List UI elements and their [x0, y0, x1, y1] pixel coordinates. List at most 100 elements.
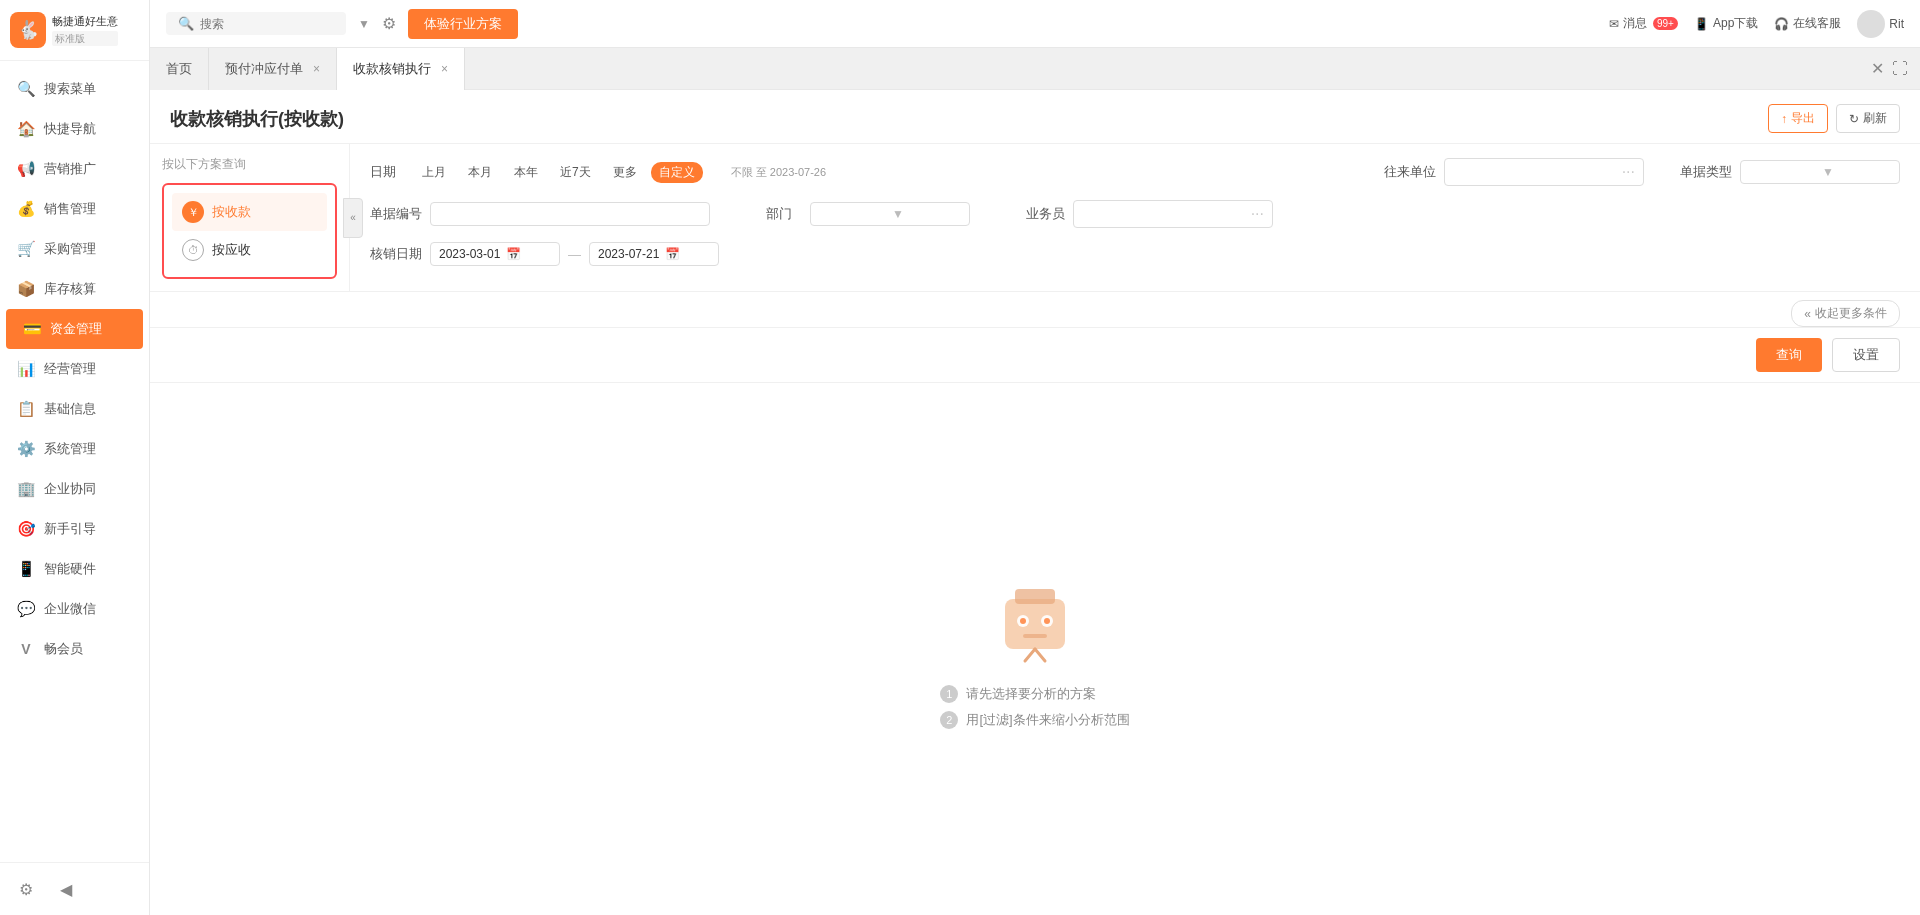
- search-chevron-icon[interactable]: ▼: [358, 17, 370, 31]
- verify-date-to-input[interactable]: 2023-07-21 📅: [589, 242, 719, 266]
- doc-no-text-input[interactable]: [439, 207, 701, 221]
- app-download-button[interactable]: 📱 App下载: [1694, 15, 1758, 32]
- tab-expand-icon[interactable]: ⛶: [1892, 60, 1908, 78]
- sidebar-item-hardware[interactable]: 📱 智能硬件: [0, 549, 149, 589]
- collapse-more-label: 收起更多条件: [1815, 305, 1887, 322]
- tab-home[interactable]: 首页: [150, 48, 209, 90]
- verify-date-label: 核销日期: [370, 245, 422, 263]
- date-hint-text: 不限 至 2023-07-26: [731, 165, 826, 180]
- logo-text: 畅捷通好生意 标准版: [52, 14, 118, 45]
- collapse-sidebar-icon[interactable]: ◀: [50, 873, 82, 905]
- purchase-icon: 🛒: [16, 239, 36, 259]
- tab-close-all-icon[interactable]: ✕: [1871, 59, 1884, 78]
- verify-date-from-input[interactable]: 2023-03-01 📅: [430, 242, 560, 266]
- date-this-year-btn[interactable]: 本年: [506, 161, 546, 184]
- date-more-btn[interactable]: 更多: [605, 161, 645, 184]
- tab-collect-label: 收款核销执行: [353, 60, 431, 78]
- verify-date-field: 核销日期 2023-03-01 📅 — 2023-07-21 📅: [370, 242, 719, 266]
- filter-row-3: 核销日期 2023-03-01 📅 — 2023-07-21 📅: [370, 242, 1900, 266]
- topbar: 🔍 ▼ ⚙ 体验行业方案 ✉ 消息 99+ 📱 App下载 🎧 在线客服 Rit: [150, 0, 1920, 48]
- doc-no-label: 单据编号: [370, 205, 422, 223]
- page-header: 收款核销执行(按收款) ↑ 导出 ↻ 刷新: [150, 90, 1920, 144]
- collapse-more-button[interactable]: « 收起更多条件: [1791, 300, 1900, 327]
- sidebar: 🐇 畅捷通好生意 标准版 🔍 搜索菜单 🏠 快捷导航 📢 营销推广 💰 销售管理…: [0, 0, 150, 915]
- receipt-icon: ￥: [182, 201, 204, 223]
- query-button[interactable]: 查询: [1756, 338, 1822, 372]
- doc-type-select[interactable]: ▼: [1740, 160, 1900, 184]
- sidebar-label-sales: 销售管理: [44, 200, 96, 218]
- setting-button[interactable]: 设置: [1832, 338, 1900, 372]
- sidebar-item-business[interactable]: 📊 经营管理: [0, 349, 149, 389]
- sidebar-label-hardware: 智能硬件: [44, 560, 96, 578]
- sidebar-item-basic[interactable]: 📋 基础信息: [0, 389, 149, 429]
- tab-bar: 首页 预付冲应付单 × 收款核销执行 × ✕ ⛶: [150, 48, 1920, 90]
- main-content: 🔍 ▼ ⚙ 体验行业方案 ✉ 消息 99+ 📱 App下载 🎧 在线客服 Rit: [150, 0, 1920, 915]
- calendar-from-icon[interactable]: 📅: [506, 247, 521, 261]
- counterpart-field: 往来单位 ···: [1384, 158, 1644, 186]
- sidebar-item-purchase[interactable]: 🛒 采购管理: [0, 229, 149, 269]
- sidebar-item-system[interactable]: ⚙️ 系统管理: [0, 429, 149, 469]
- topbar-gear-icon[interactable]: ⚙: [382, 14, 396, 33]
- app-download-icon: 📱: [1694, 17, 1709, 31]
- date-label: 日期: [370, 163, 406, 181]
- member-icon: V: [16, 639, 36, 659]
- sidebar-item-wechat[interactable]: 💬 企业微信: [0, 589, 149, 629]
- counterpart-more-icon[interactable]: ···: [1622, 163, 1635, 181]
- date-hint-field: 不限 至 2023-07-26: [731, 165, 826, 180]
- user-name: Rit: [1889, 17, 1904, 31]
- sidebar-item-sales[interactable]: 💰 销售管理: [0, 189, 149, 229]
- date-last-month-btn[interactable]: 上月: [414, 161, 454, 184]
- sidebar-item-guide[interactable]: 🎯 新手引导: [0, 509, 149, 549]
- message-button[interactable]: ✉ 消息 99+: [1609, 15, 1678, 32]
- finance-icon: 💳: [22, 319, 42, 339]
- industry-solution-button[interactable]: 体验行业方案: [408, 9, 518, 39]
- page-actions: ↑ 导出 ↻ 刷新: [1768, 104, 1900, 133]
- user-menu[interactable]: Rit: [1857, 10, 1904, 38]
- staff-more-icon[interactable]: ···: [1251, 205, 1264, 223]
- sidebar-item-marketing[interactable]: 📢 营销推广: [0, 149, 149, 189]
- tab-collect-close[interactable]: ×: [441, 62, 448, 76]
- filter-left-panel: 按以下方案查询 ￥ 按收款 ⏱ 按应收 «: [150, 144, 350, 291]
- topbar-search-box[interactable]: 🔍: [166, 12, 346, 35]
- empty-state: 1 请先选择要分析的方案 2 用[过滤]条件来缩小分析范围: [150, 383, 1920, 915]
- sidebar-item-shortcut[interactable]: 🏠 快捷导航: [0, 109, 149, 149]
- online-service-button[interactable]: 🎧 在线客服: [1774, 15, 1841, 32]
- tab-prepay-close[interactable]: ×: [313, 62, 320, 76]
- empty-tips: 1 请先选择要分析的方案 2 用[过滤]条件来缩小分析范围: [940, 685, 1129, 729]
- settings-bottom-icon[interactable]: ⚙: [10, 873, 42, 905]
- sidebar-item-enterprise[interactable]: 🏢 企业协同: [0, 469, 149, 509]
- tab-home-label: 首页: [166, 60, 192, 78]
- date-last-7days-btn[interactable]: 近7天: [552, 161, 599, 184]
- date-this-month-btn[interactable]: 本月: [460, 161, 500, 184]
- filter-collapse-button[interactable]: «: [343, 198, 363, 238]
- sidebar-item-inventory[interactable]: 📦 库存核算: [0, 269, 149, 309]
- sales-icon: 💰: [16, 199, 36, 219]
- svg-point-4: [1020, 618, 1026, 624]
- empty-illustration: [985, 569, 1085, 669]
- dept-select[interactable]: ▼: [810, 202, 970, 226]
- refresh-button[interactable]: ↻ 刷新: [1836, 104, 1900, 133]
- sidebar-label-basic: 基础信息: [44, 400, 96, 418]
- tab-collect[interactable]: 收款核销执行 ×: [337, 48, 465, 90]
- sidebar-item-member[interactable]: V 畅会员: [0, 629, 149, 669]
- staff-input[interactable]: ···: [1073, 200, 1273, 228]
- staff-text-input[interactable]: [1082, 207, 1247, 221]
- sidebar-item-search[interactable]: 🔍 搜索菜单: [0, 69, 149, 109]
- counterpart-input[interactable]: ···: [1444, 158, 1644, 186]
- sidebar-item-finance[interactable]: 💳 资金管理: [6, 309, 143, 349]
- staff-field: 业务员 ···: [1026, 200, 1273, 228]
- filter-option-receivable-label: 按应收: [212, 241, 251, 259]
- sidebar-bottom: ⚙ ◀: [0, 862, 149, 915]
- sidebar-label-shortcut: 快捷导航: [44, 120, 96, 138]
- doc-no-input[interactable]: [430, 202, 710, 226]
- system-icon: ⚙️: [16, 439, 36, 459]
- tab-prepay[interactable]: 预付冲应付单 ×: [209, 48, 337, 90]
- tip-num-1: 1: [940, 685, 958, 703]
- export-button[interactable]: ↑ 导出: [1768, 104, 1828, 133]
- topbar-search-input[interactable]: [200, 17, 330, 31]
- filter-option-by-receivable[interactable]: ⏱ 按应收: [172, 231, 327, 269]
- counterpart-text-input[interactable]: [1453, 165, 1618, 179]
- filter-option-by-receipt[interactable]: ￥ 按收款: [172, 193, 327, 231]
- date-custom-btn[interactable]: 自定义: [651, 162, 703, 183]
- calendar-to-icon[interactable]: 📅: [665, 247, 680, 261]
